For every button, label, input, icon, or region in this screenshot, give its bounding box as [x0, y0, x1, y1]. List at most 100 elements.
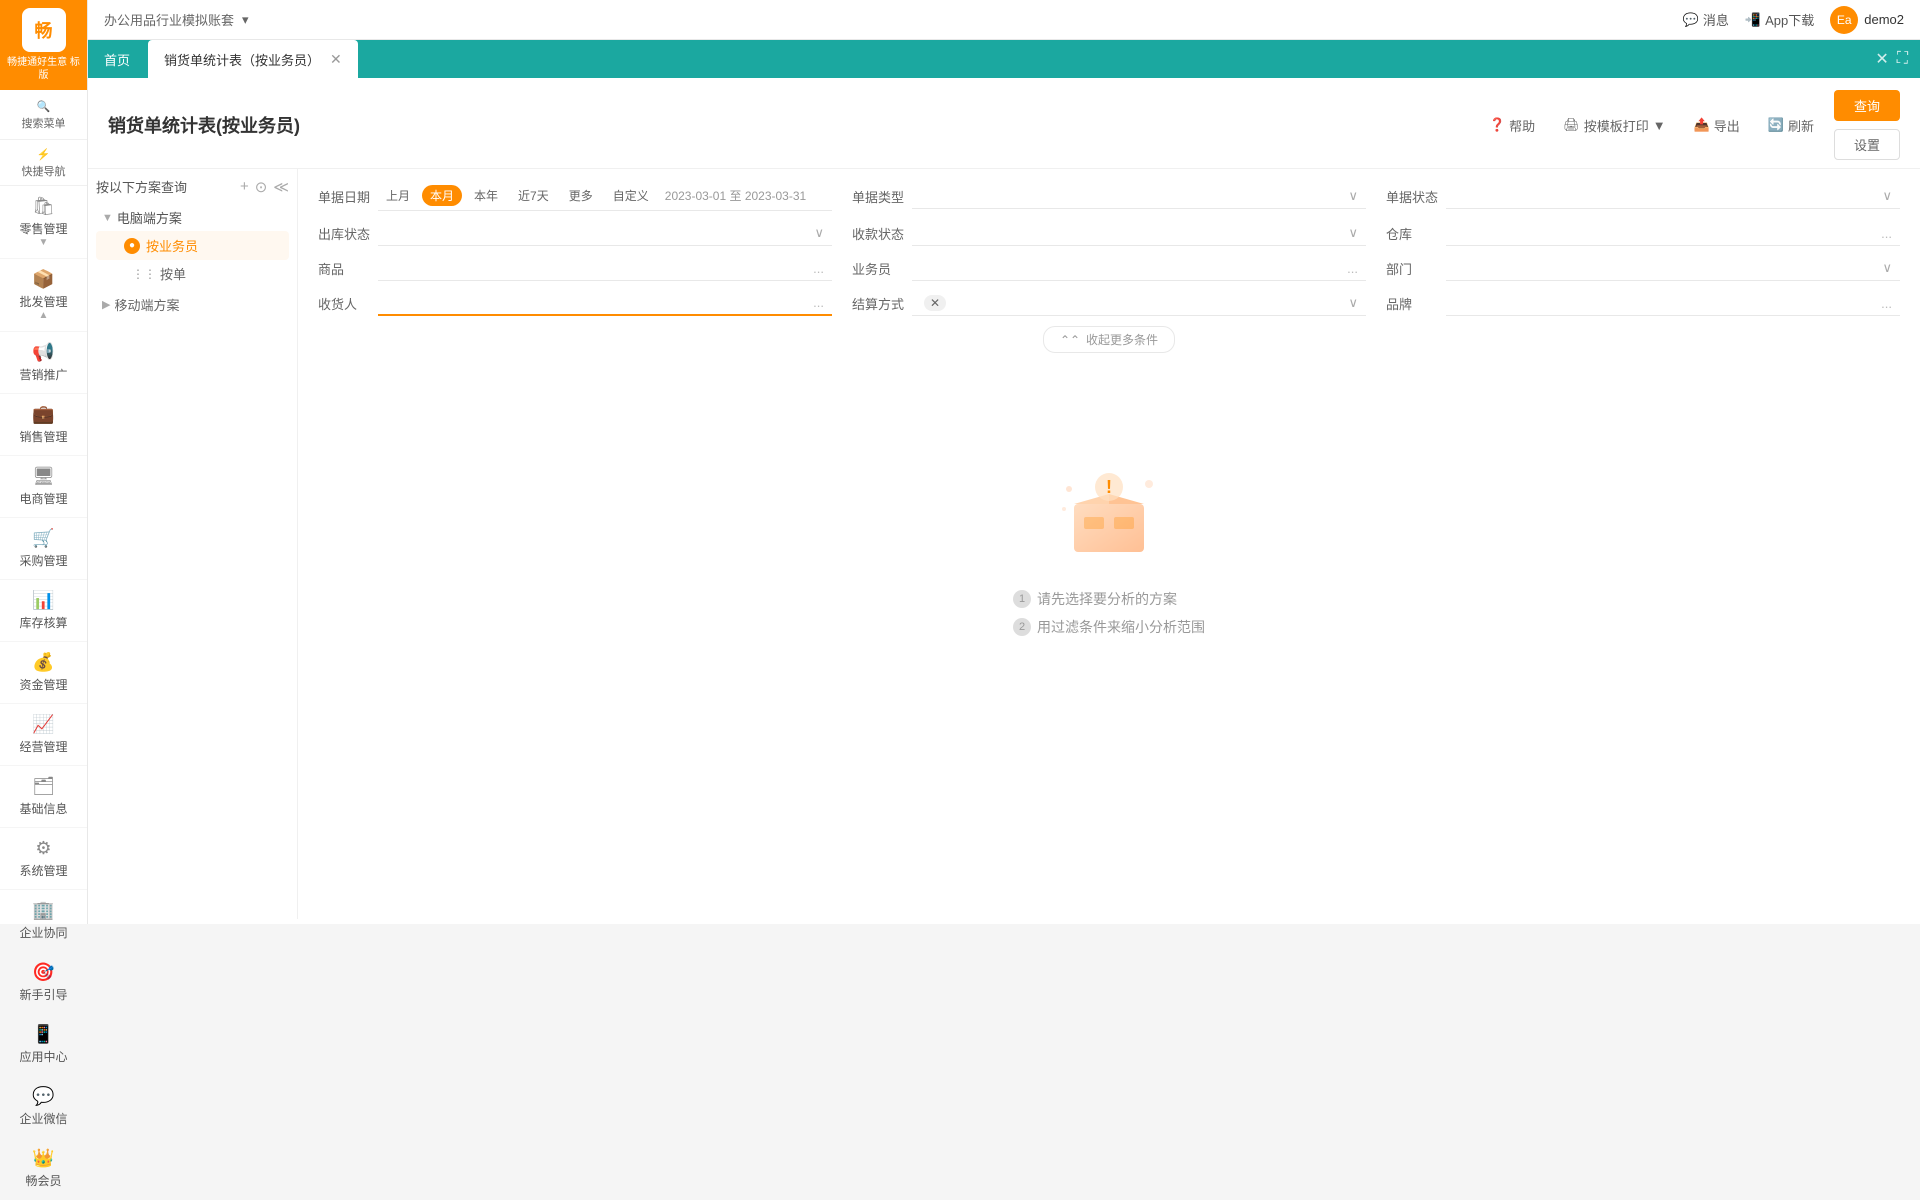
docstatus-field[interactable]: ∨: [1446, 184, 1900, 209]
app-download-btn[interactable]: 📲 App下载: [1745, 10, 1814, 29]
page-inner: 销货单统计表(按业务员) ❓ 帮助 🖨 按模板打印 ▼ 📤 导出: [88, 78, 1920, 924]
avatar: Ea: [1830, 6, 1858, 34]
tab-fullscreen-icon[interactable]: ⛶: [1897, 50, 1908, 68]
payment-tag-x[interactable]: ✕: [930, 296, 940, 310]
empty-state: ! 1 请先选择要分析的方案: [318, 369, 1900, 725]
sidebar-item-base[interactable]: 🗂 基础信息: [0, 766, 87, 828]
date-btn-this-month[interactable]: 本月: [422, 185, 462, 206]
retail-expand: ▼: [39, 237, 49, 248]
edit-scheme-icon[interactable]: ⊙: [255, 178, 268, 196]
tabbar: 首页 销货单统计表（按业务员） ✕ ✕ ⛶: [88, 40, 1920, 78]
sidebar-item-inventory[interactable]: 📊 库存核算: [0, 580, 87, 642]
tab-sales-stat[interactable]: 销货单统计表（按业务员） ✕: [148, 40, 358, 78]
base-icon: 🗂: [32, 776, 55, 797]
payment-label: 结算方式: [852, 294, 912, 313]
sidebar-item-finance[interactable]: 💰 资金管理: [0, 642, 87, 704]
tab-close-icon[interactable]: ✕: [330, 51, 342, 68]
sidebar-item-apps[interactable]: 📱 应用中心: [0, 1014, 87, 1076]
filter-date-group: 单据日期 上月 本月 本年 近7天 更多 自定义 20: [318, 181, 832, 211]
filter-consignee-group: 收货人 ...: [318, 291, 832, 316]
topbar-dropdown[interactable]: ▾: [242, 12, 249, 28]
message-btn[interactable]: 💬 消息: [1683, 10, 1729, 29]
date-btn-custom[interactable]: 自定义: [605, 185, 657, 206]
date-btn-prev-month[interactable]: 上月: [378, 185, 418, 206]
sidebar-item-purchase[interactable]: 🛒 采购管理: [0, 518, 87, 580]
tab-home[interactable]: 首页: [88, 40, 146, 78]
sidebar-item-quicknav[interactable]: ⚡ 快捷导航: [0, 140, 87, 186]
collapse-panel-icon[interactable]: ≪: [273, 178, 289, 196]
sidebar-apps-label: 应用中心: [19, 1048, 67, 1065]
sidebar-item-operations[interactable]: 📈 经营管理: [0, 704, 87, 766]
pc-group-expand-icon: ▼: [102, 212, 113, 224]
sidebar-item-retail[interactable]: 🛍 零售管理 ▼: [0, 186, 87, 259]
user-name: demo2: [1864, 12, 1904, 27]
refresh-btn[interactable]: 🔄 刷新: [1760, 112, 1822, 139]
settings-button[interactable]: 设置: [1834, 129, 1900, 160]
consignee-field[interactable]: ...: [378, 291, 832, 316]
staff-field[interactable]: ...: [912, 257, 1366, 281]
sidebar-item-enterprise[interactable]: 🏢 企业协同: [0, 890, 87, 952]
filter-brand-group: 品牌 ...: [1386, 292, 1900, 316]
filter-row-1: 单据日期 上月 本月 本年 近7天 更多 自定义 20: [318, 181, 1900, 211]
scheme-active-dot: ●: [124, 238, 140, 254]
template-print-btn[interactable]: 🖨 按模板打印 ▼: [1555, 112, 1673, 139]
refresh-label: 刷新: [1788, 116, 1814, 135]
sidebar-item-ecommerce[interactable]: 🖥 电商管理: [0, 456, 87, 518]
scheme-item-by-staff[interactable]: ● 按业务员: [96, 231, 289, 260]
goods-field[interactable]: ...: [378, 257, 832, 281]
user-menu[interactable]: Ea demo2: [1830, 6, 1904, 34]
sidebar-item-member[interactable]: 👑 畅会员: [0, 1138, 87, 1200]
enterprise-icon: 🏢: [32, 900, 54, 921]
scheme-group-pc-header[interactable]: ▼ 电脑端方案: [96, 204, 289, 231]
filter-goods-group: 商品 ...: [318, 257, 832, 281]
payment-value-area: ✕: [920, 295, 946, 311]
scheme-item-by-order[interactable]: ⋮⋮ 按单: [96, 260, 289, 287]
doctype-field[interactable]: ∨: [912, 184, 1366, 209]
help-btn[interactable]: ❓ 帮助: [1481, 112, 1543, 139]
template-print-label: 按模板打印: [1584, 116, 1649, 135]
tab-close-all-icon[interactable]: ✕: [1875, 49, 1888, 69]
sidebar-item-sales[interactable]: 💼 销售管理: [0, 394, 87, 456]
help-label: 帮助: [1509, 116, 1535, 135]
tip-text-2: 用过滤条件来缩小分析范围: [1037, 617, 1205, 637]
sidebar-marketing-label: 营销推广: [19, 366, 67, 383]
collapse-btn[interactable]: ⌃⌃ 收起更多条件: [1043, 326, 1175, 353]
query-button[interactable]: 查询: [1834, 90, 1900, 121]
svg-text:!: !: [1106, 477, 1112, 497]
sidebar-member-label: 畅会员: [25, 1172, 61, 1189]
date-btn-this-year[interactable]: 本年: [466, 185, 506, 206]
help-icon: ❓: [1489, 117, 1505, 133]
filter-outstatus-group: 出库状态 ∨: [318, 221, 832, 246]
sidebar-sales-label: 销售管理: [19, 428, 67, 445]
export-btn[interactable]: 📤 导出: [1686, 112, 1748, 139]
receiptstatus-field[interactable]: ∨: [912, 221, 1366, 246]
sidebar-item-system[interactable]: ⚙ 系统管理: [0, 828, 87, 890]
dept-field[interactable]: ∨: [1446, 256, 1900, 281]
scheme-group-mobile-header[interactable]: ▶ 移动端方案: [96, 291, 289, 318]
left-panel-actions: + ⊙ ≪: [240, 178, 289, 196]
empty-tips: 1 请先选择要分析的方案 2 用过滤条件来缩小分析范围: [1013, 589, 1205, 645]
date-btn-more[interactable]: 更多: [561, 185, 601, 206]
scheme-by-order-icon: ⋮⋮: [132, 267, 156, 281]
sidebar-item-corpwx[interactable]: 💬 企业微信: [0, 1076, 87, 1138]
sidebar-item-wholesale[interactable]: 📦 批发管理 ▲: [0, 259, 87, 332]
doctype-label: 单据类型: [852, 187, 912, 206]
refresh-icon: 🔄: [1768, 117, 1784, 133]
system-icon: ⚙: [35, 838, 51, 859]
add-scheme-icon[interactable]: +: [240, 178, 249, 196]
outstatus-field[interactable]: ∨: [378, 221, 832, 246]
sidebar-item-newbie[interactable]: 🎯 新手引导: [0, 952, 87, 1014]
sidebar-ecommerce-label: 电商管理: [19, 490, 67, 507]
date-btn-7days[interactable]: 近7天: [510, 185, 557, 206]
sidebar-item-marketing[interactable]: 📢 营销推广: [0, 332, 87, 394]
brand-field[interactable]: ...: [1446, 292, 1900, 316]
sidebar-retail-label: 零售管理: [19, 220, 67, 237]
sidebar-item-search[interactable]: 🔍 搜索菜单: [0, 90, 87, 140]
outstatus-label: 出库状态: [318, 224, 378, 243]
dept-chevron: ∨: [1882, 260, 1892, 276]
payment-field[interactable]: ✕ ∨: [912, 291, 1366, 316]
warehouse-field[interactable]: ...: [1446, 222, 1900, 246]
marketing-icon: 📢: [32, 342, 54, 363]
page-header: 销货单统计表(按业务员) ❓ 帮助 🖨 按模板打印 ▼ 📤 导出: [88, 78, 1920, 169]
sidebar-purchase-label: 采购管理: [19, 552, 67, 569]
